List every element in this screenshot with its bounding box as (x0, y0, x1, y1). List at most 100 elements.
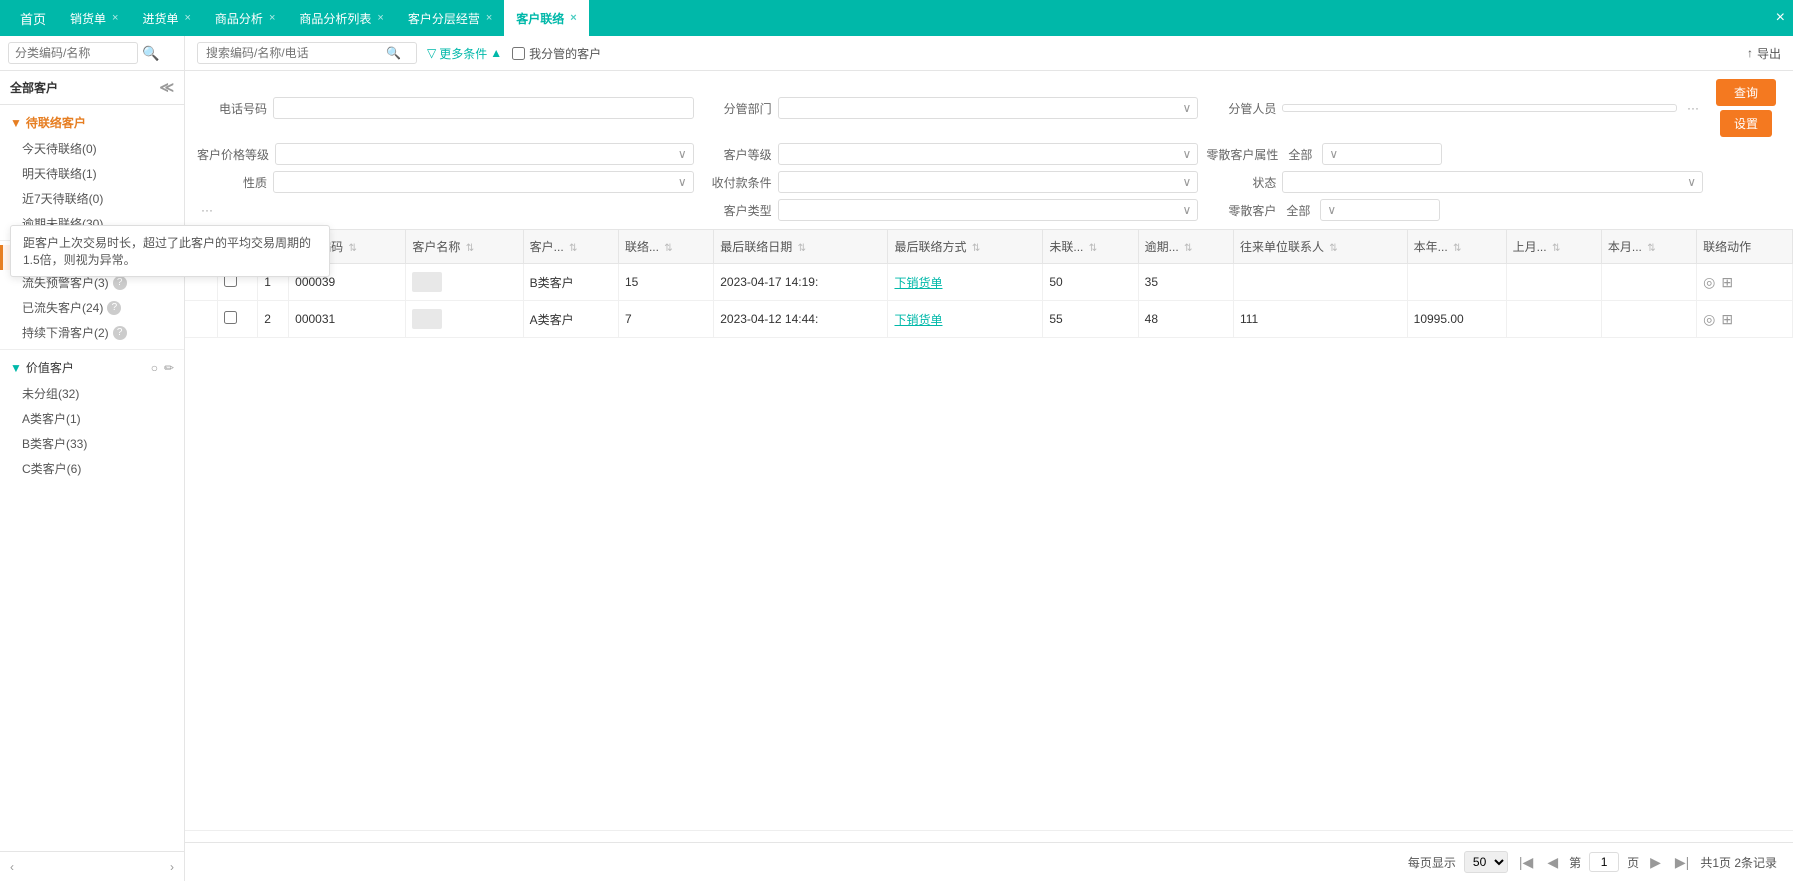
row1-method-link[interactable]: 下销货单 (894, 276, 942, 290)
nav-customer-mgmt[interactable]: 客户分层经营 × (396, 0, 504, 36)
sidebar-pending-contact-section[interactable]: ▼ 待联络客户 (0, 109, 184, 136)
sidebar-collapse-btn[interactable]: ≪ (159, 79, 174, 96)
table-area[interactable]: ⚙ 客户编码 ⇅ 客户名称 ⇅ (185, 230, 1793, 830)
filter-input-phone[interactable] (273, 97, 694, 119)
more-conditions-btn[interactable]: ▽ 更多条件 ▲ (427, 45, 502, 62)
sidebar-search-icon[interactable]: 🔍 (142, 45, 159, 62)
sidebar-item-7days[interactable]: 近7天待联络(0) (0, 186, 184, 211)
filter-icon: ▽ (427, 46, 436, 60)
filter-row4-dots[interactable]: ··· (197, 203, 217, 217)
th-this-month[interactable]: 本月... ⇅ (1601, 230, 1696, 264)
main-layout: 🔍 全部客户 ≪ ▼ 待联络客户 今天待联络(0) 明天待联络(1) 近7天待联… (0, 36, 1793, 881)
td-row1-last-method[interactable]: 下销货单 (888, 264, 1043, 301)
filter-select-price-grade[interactable]: ∨ (275, 143, 694, 165)
my-customers-checkbox-wrap[interactable]: 我分管的客户 (512, 45, 601, 62)
td-row1-name (406, 264, 523, 301)
sidebar-value-customers-section[interactable]: ▼ 价值客户 ○ ✏ (0, 354, 184, 381)
filter-row-3: 性质 ∨ 收付款条件 ∨ 状态 (197, 171, 1781, 193)
td-row1-this-month (1601, 264, 1696, 301)
page-first-btn[interactable]: |◀ (1516, 854, 1536, 871)
sidebar-item-today[interactable]: 今天待联络(0) (0, 136, 184, 161)
filter-select-cust-type[interactable]: ∨ (778, 199, 1199, 221)
customer-grade-dropdown-icon: ∨ (1183, 147, 1192, 161)
close-all-tabs[interactable]: × (1776, 9, 1785, 27)
row2-more-icon[interactable]: ⊞ (1721, 311, 1733, 328)
filter-label-dept: 分管部门 (702, 100, 772, 117)
sidebar-next-icon[interactable]: › (170, 860, 174, 874)
sidebar-item-continuous-down[interactable]: 持续下滑客户(2) ? (0, 320, 184, 345)
sidebar-item-tomorrow[interactable]: 明天待联络(1) (0, 161, 184, 186)
filter-select-nature[interactable]: ∨ (273, 171, 694, 193)
nav-home[interactable]: 首页 (8, 0, 58, 36)
filter-select-customer-grade[interactable]: ∨ (778, 143, 1199, 165)
row1-more-icon[interactable]: ⊞ (1721, 274, 1733, 291)
close-purchase-icon[interactable]: × (184, 12, 190, 24)
row2-checkbox[interactable] (224, 311, 237, 324)
td-row1-action: ◎ ⊞ (1697, 264, 1793, 301)
td-row2-code: 000031 (289, 301, 406, 338)
filter-label-phone: 电话号码 (197, 100, 267, 117)
row2-view-icon[interactable]: ◎ (1703, 311, 1715, 328)
filter-select-payment[interactable]: ∨ (778, 171, 1199, 193)
sidebar-prev-icon[interactable]: ‹ (10, 860, 14, 874)
th-this-year[interactable]: 本年... ⇅ (1407, 230, 1506, 264)
th-category[interactable]: 客户... ⇅ (523, 230, 618, 264)
per-page-select[interactable]: 50 (1464, 851, 1508, 873)
value-customers-edit-icon[interactable]: ✏ (164, 361, 174, 375)
close-customer-mgmt-icon[interactable]: × (486, 12, 492, 24)
main-search-icon[interactable]: 🔍 (386, 46, 401, 60)
contacts-sort-icon: ⇅ (664, 243, 672, 254)
sidebar-search-input[interactable] (8, 42, 138, 64)
sidebar-item-a-class[interactable]: A类客户(1) (0, 406, 184, 431)
close-customer-contact-icon[interactable]: × (570, 12, 576, 24)
close-sales-icon[interactable]: × (112, 12, 118, 24)
main-search-input[interactable] (206, 46, 386, 60)
pending-contact-label: 待联络客户 (26, 114, 86, 131)
sidebar-item-already-lost[interactable]: 已流失客户(24) ? (0, 295, 184, 320)
th-last-contact-method[interactable]: 最后联络方式 ⇅ (888, 230, 1043, 264)
filter-select-retail-attr[interactable]: ∨ (1322, 143, 1442, 165)
settings-btn[interactable]: 设置 (1720, 110, 1772, 137)
filter-select-person[interactable] (1282, 104, 1677, 112)
th-name[interactable]: 客户名称 ⇅ (406, 230, 523, 264)
td-row2-last-method[interactable]: 下销货单 (888, 301, 1043, 338)
my-customers-label: 我分管的客户 (529, 45, 601, 62)
filter-select-retail-cust[interactable]: ∨ (1320, 199, 1440, 221)
nav-analysis[interactable]: 商品分析 × (203, 0, 287, 36)
content-area: 🔍 ▽ 更多条件 ▲ 我分管的客户 ↑ 导出 电话号码 (185, 36, 1793, 881)
page-next-btn[interactable]: ▶ (1647, 854, 1664, 871)
query-btn[interactable]: 查询 (1716, 79, 1776, 106)
page-prev-btn[interactable]: ◀ (1544, 854, 1561, 871)
horizontal-scrollbar[interactable] (185, 830, 1793, 842)
export-btn[interactable]: ↑ 导出 (1747, 45, 1781, 62)
th-last-month[interactable]: 上月... ⇅ (1506, 230, 1601, 264)
nav-sales[interactable]: 销货单 × (58, 0, 130, 36)
page-input[interactable] (1589, 852, 1619, 872)
close-analysis-list-icon[interactable]: × (377, 12, 383, 24)
nav-customer-contact[interactable]: 客户联络 × (504, 0, 588, 36)
td-row2-last-month (1506, 301, 1601, 338)
th-company-contact[interactable]: 往来单位联系人 ⇅ (1233, 230, 1407, 264)
row1-view-icon[interactable]: ◎ (1703, 274, 1715, 291)
close-analysis-icon[interactable]: × (269, 12, 275, 24)
filter-select-status[interactable]: ∨ (1282, 171, 1703, 193)
overdue-sort-icon: ⇅ (1184, 243, 1192, 254)
last-date-sort-icon: ⇅ (798, 243, 806, 254)
value-customers-add-icon[interactable]: ○ (151, 361, 158, 375)
sidebar-item-c-class[interactable]: C类客户(6) (0, 456, 184, 481)
nav-analysis-list[interactable]: 商品分析列表 × (287, 0, 395, 36)
page-last-btn[interactable]: ▶| (1672, 854, 1692, 871)
sidebar-item-unclassified[interactable]: 未分组(32) (0, 381, 184, 406)
my-customers-checkbox[interactable] (512, 47, 525, 60)
th-last-contact-date[interactable]: 最后联络日期 ⇅ (714, 230, 888, 264)
th-overdue[interactable]: 逾期... ⇅ (1138, 230, 1233, 264)
filter-cell-status: 状态 ∨ (1206, 171, 1703, 193)
nav-purchase[interactable]: 进货单 × (130, 0, 202, 36)
td-row2-this-year: 10995.00 (1407, 301, 1506, 338)
sidebar-item-b-class[interactable]: B类客户(33) (0, 431, 184, 456)
filter-select-dept[interactable]: ∨ (778, 97, 1199, 119)
row2-method-link[interactable]: 下销货单 (894, 313, 942, 327)
th-unread[interactable]: 未联... ⇅ (1043, 230, 1138, 264)
filter-person-dots[interactable]: ··· (1683, 101, 1703, 115)
th-contacts[interactable]: 联络... ⇅ (618, 230, 713, 264)
